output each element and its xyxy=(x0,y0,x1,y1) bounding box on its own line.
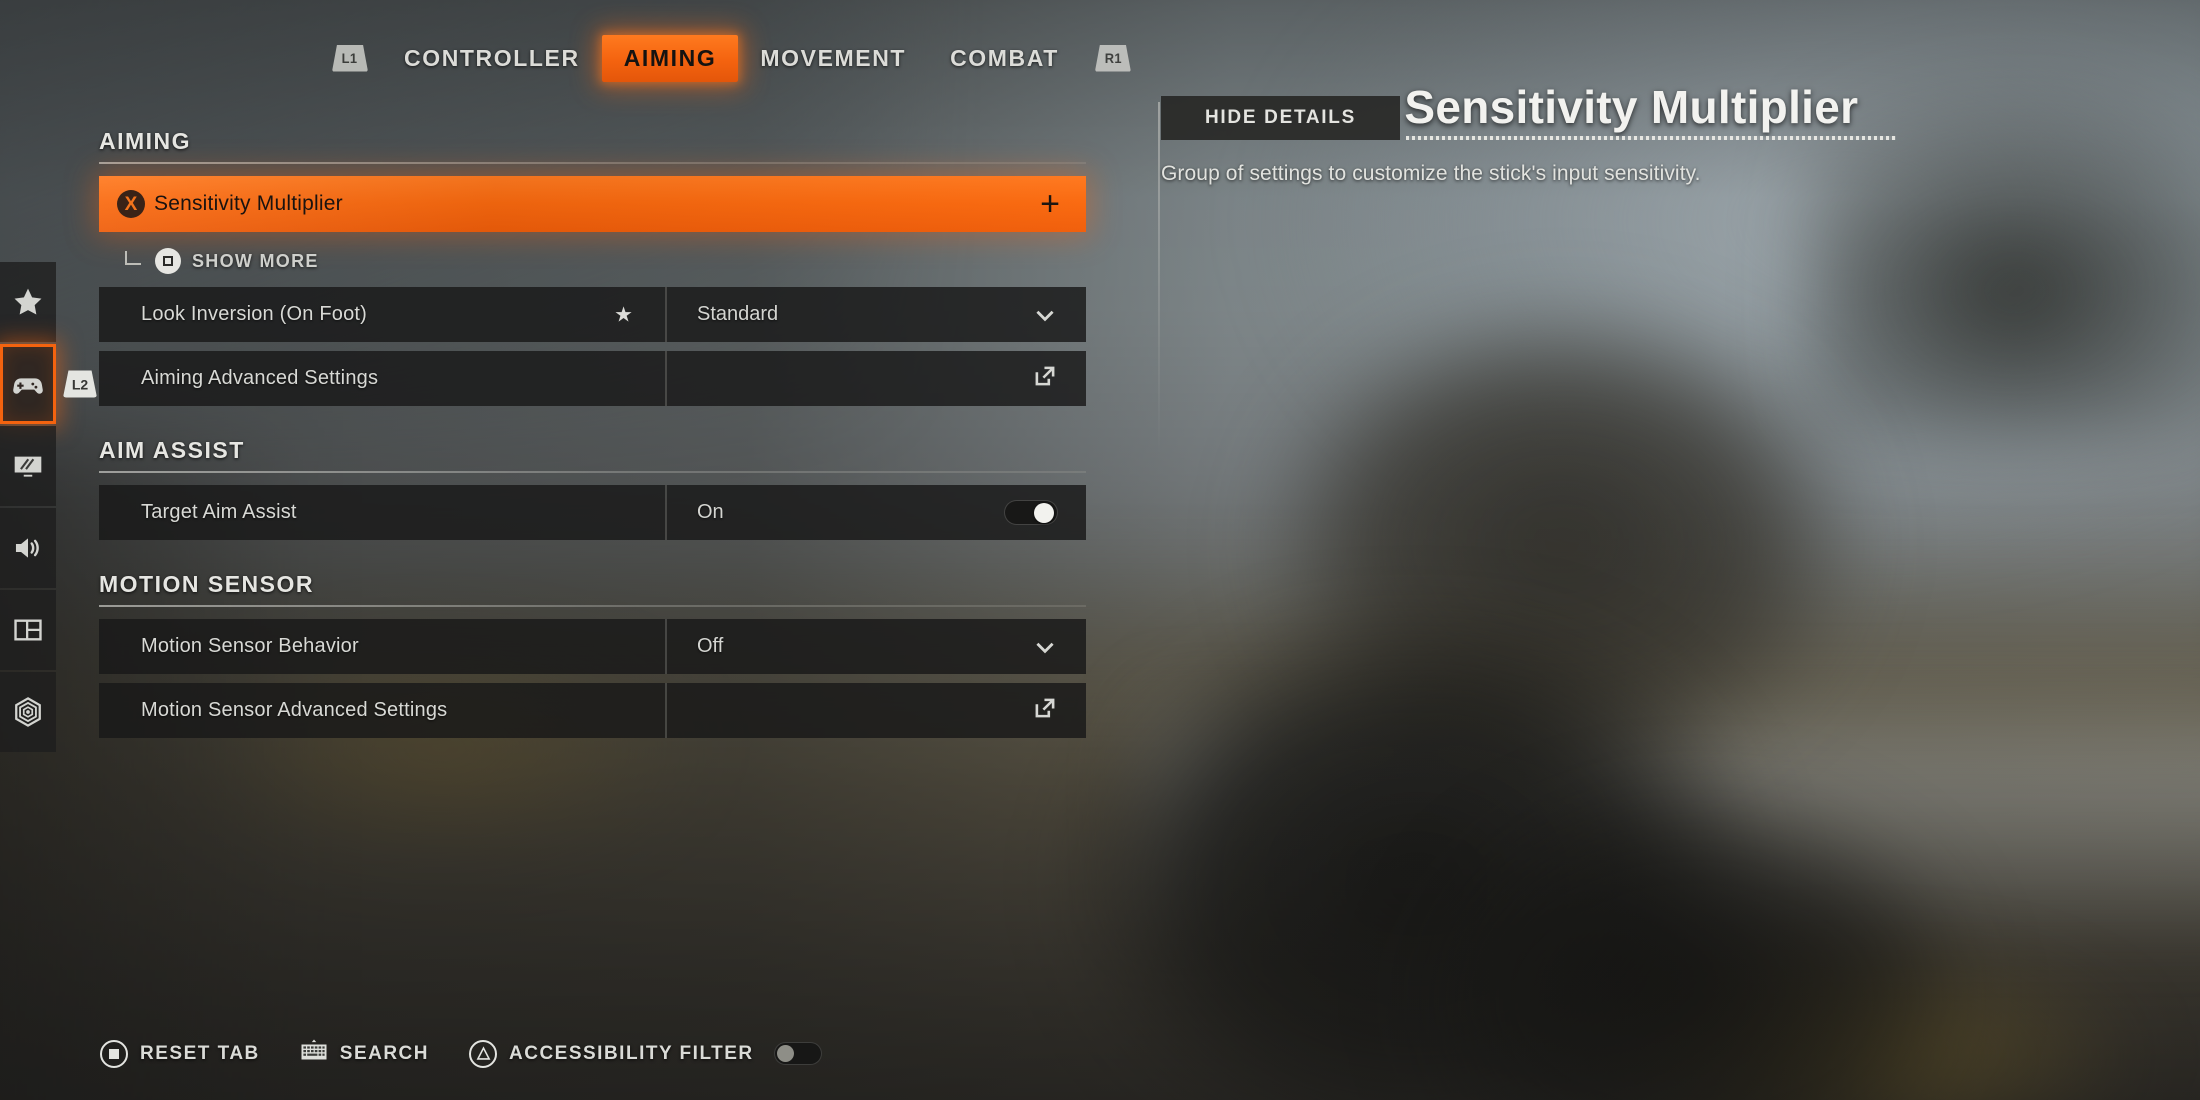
tab-combat[interactable]: COMBAT xyxy=(928,35,1081,82)
show-more-button[interactable]: SHOW MORE xyxy=(99,241,1086,281)
details-description: Group of settings to customize the stick… xyxy=(1161,162,1701,185)
favorite-star-icon[interactable]: ★ xyxy=(614,304,633,325)
setting-row-right: Off xyxy=(665,619,1086,674)
setting-label: Aiming Advanced Settings xyxy=(141,367,379,389)
setting-row-right: On xyxy=(665,485,1086,540)
right-bumper-icon: R1 xyxy=(1094,44,1131,72)
tab-bar: L1 CONTROLLER AIMING MOVEMENT COMBAT R1 xyxy=(318,34,1145,82)
sidebar-controller-badge: L2 xyxy=(63,370,97,398)
setting-row-aiming-advanced[interactable]: Aiming Advanced Settings xyxy=(99,351,1086,406)
setting-row-left: X Sensitivity Multiplier xyxy=(99,176,1040,232)
square-button-icon xyxy=(155,248,181,274)
sidebar-item-audio[interactable] xyxy=(0,508,56,588)
setting-row-left: Motion Sensor Behavior xyxy=(99,619,665,674)
setting-row-right: Standard xyxy=(665,287,1086,342)
keyboard-icon xyxy=(300,1039,328,1068)
setting-value: On xyxy=(697,501,724,523)
sidebar-item-interface[interactable] xyxy=(0,590,56,670)
tab-movement[interactable]: MOVEMENT xyxy=(738,35,928,82)
left-bumper-label: L1 xyxy=(342,50,358,66)
show-more-label: SHOW MORE xyxy=(192,250,319,271)
accessibility-filter-label: ACCESSIBILITY FILTER xyxy=(509,1042,754,1064)
setting-label: Sensitivity Multiplier xyxy=(154,192,343,215)
details-divider xyxy=(1158,102,1160,454)
sidebar-controller-badge-label: L2 xyxy=(71,376,89,392)
display-icon xyxy=(14,456,42,477)
left-bumper-icon: L1 xyxy=(332,44,368,72)
setting-row-right xyxy=(665,351,1086,406)
tree-connector-icon xyxy=(125,250,141,265)
bottom-action-bar: RESET TAB SEARCH ACCESSIBILITY FILTER xyxy=(100,1039,822,1068)
external-link-icon[interactable] xyxy=(1032,695,1058,726)
target-aim-assist-toggle[interactable] xyxy=(1004,500,1058,525)
section-header-aim-assist: AIM ASSIST xyxy=(99,437,245,463)
hide-details-button[interactable]: HIDE DETAILS xyxy=(1161,96,1400,140)
audio-icon xyxy=(15,538,39,558)
setting-label: Motion Sensor Behavior xyxy=(141,635,359,657)
expand-icon[interactable]: + xyxy=(1040,187,1060,221)
chevron-down-icon[interactable] xyxy=(1032,634,1058,660)
section-header-aiming: AIMING xyxy=(99,128,192,154)
sidebar-item-sensor[interactable] xyxy=(0,672,56,752)
gamepad-icon xyxy=(13,378,43,394)
right-bumper-label: R1 xyxy=(1104,50,1122,66)
external-link-icon[interactable] xyxy=(1032,363,1058,394)
setting-row-left: Target Aim Assist xyxy=(99,485,665,540)
cross-button-icon: X xyxy=(117,190,145,218)
triangle-button-icon xyxy=(469,1039,497,1068)
setting-value: Off xyxy=(697,635,724,657)
reset-tab-button[interactable]: RESET TAB xyxy=(100,1039,260,1068)
section-rule xyxy=(99,162,1086,164)
radar-icon xyxy=(15,697,41,727)
interface-icon xyxy=(14,619,42,641)
setting-row-left: Look Inversion (On Foot) ★ xyxy=(99,287,665,342)
tab-controller[interactable]: CONTROLLER xyxy=(382,35,602,82)
sidebar-item-display[interactable] xyxy=(0,426,56,506)
chevron-down-icon[interactable] xyxy=(1032,302,1058,328)
section-rule xyxy=(99,605,1086,607)
tab-aiming[interactable]: AIMING xyxy=(601,34,739,82)
details-title: Sensitivity Multiplier xyxy=(1404,80,1897,140)
details-panel: HIDE DETAILS Sensitivity Multiplier Grou… xyxy=(1158,40,2061,454)
setting-row-target-aim-assist[interactable]: Target Aim Assist On xyxy=(99,485,1086,540)
sidebar: L2 xyxy=(0,262,97,752)
setting-label: Motion Sensor Advanced Settings xyxy=(141,699,448,721)
setting-row-left: Motion Sensor Advanced Settings xyxy=(99,683,665,738)
setting-row-look-inversion[interactable]: Look Inversion (On Foot) ★ Standard xyxy=(99,287,1086,342)
accessibility-filter-toggle[interactable] xyxy=(773,1042,822,1065)
setting-row-motion-sensor-advanced[interactable]: Motion Sensor Advanced Settings xyxy=(99,683,1086,738)
setting-row-right xyxy=(665,683,1086,738)
setting-row-motion-sensor-behavior[interactable]: Motion Sensor Behavior Off xyxy=(99,619,1086,674)
cross-button-glyph: X xyxy=(124,193,138,215)
setting-row-left: Aiming Advanced Settings xyxy=(99,351,665,406)
section-rule xyxy=(99,471,1086,473)
section-header-motion-sensor: MOTION SENSOR xyxy=(99,571,315,597)
sidebar-item-controller[interactable]: L2 xyxy=(0,344,97,424)
setting-row-right: + xyxy=(1040,176,1086,232)
settings-list: AIMING X Sensitivity Multiplier + SHOW M… xyxy=(99,128,1086,747)
setting-label: Look Inversion (On Foot) xyxy=(141,303,368,325)
setting-row-sensitivity-multiplier[interactable]: X Sensitivity Multiplier + xyxy=(99,176,1086,232)
accessibility-filter-button[interactable]: ACCESSIBILITY FILTER xyxy=(469,1039,822,1068)
search-label: SEARCH xyxy=(339,1042,429,1064)
sidebar-item-favorites[interactable] xyxy=(0,262,56,342)
hide-details-label: HIDE DETAILS xyxy=(1205,107,1356,128)
setting-label: Target Aim Assist xyxy=(141,501,297,523)
square-button-icon xyxy=(100,1039,128,1068)
setting-value: Standard xyxy=(697,303,779,325)
reset-tab-label: RESET TAB xyxy=(140,1042,260,1064)
search-button[interactable]: SEARCH xyxy=(300,1039,429,1068)
star-icon xyxy=(14,288,42,315)
